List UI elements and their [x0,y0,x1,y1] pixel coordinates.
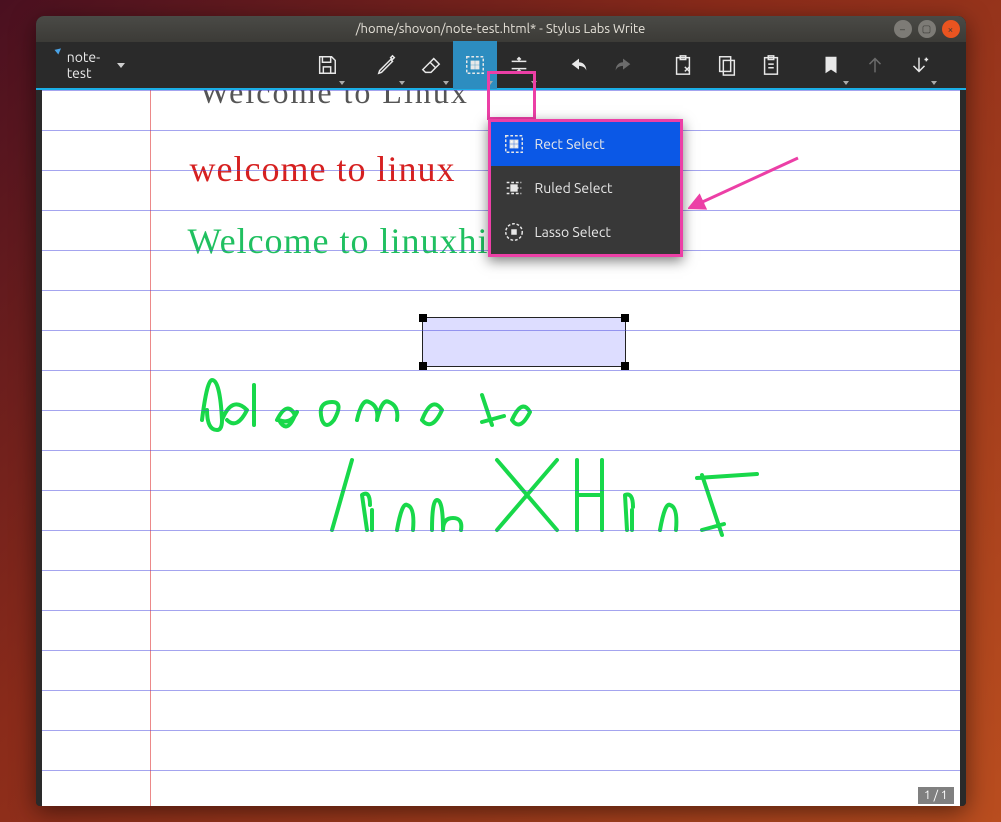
close-button[interactable]: × [942,20,960,38]
undo-icon [568,54,590,76]
tool-group [305,41,966,89]
rect-select-icon [464,54,486,76]
ruled-line [42,690,960,691]
maximize-button[interactable]: ▢ [918,20,936,38]
margin-line [150,90,151,806]
page-prev-button[interactable] [853,41,897,89]
cut-button[interactable] [661,41,705,89]
window-title: /home/shovon/note-test.html* - Stylus La… [356,22,646,36]
document-name: note-test [67,49,107,81]
copy-button[interactable] [705,41,749,89]
rect-select-icon [503,133,525,155]
annotation-arrow [688,146,808,226]
selection-handle-bl[interactable] [419,362,427,370]
clipboard-cut-icon [672,54,694,76]
bookmark-button[interactable] [809,41,853,89]
titlebar: /home/shovon/note-test.html* - Stylus La… [36,16,966,42]
arrow-up-icon [864,54,886,76]
ruled-line [42,410,960,411]
page-next-button[interactable] [897,41,941,89]
ruled-line [42,530,960,531]
selection-handle-tr[interactable] [621,314,629,322]
ruled-line [42,290,960,291]
minimize-button[interactable]: – [894,20,912,38]
page-indicator: 1 / 1 [918,787,953,804]
clipboard-paste-icon [760,54,782,76]
dropdown-label: Rect Select [535,136,605,152]
selection-handle-tl[interactable] [419,314,427,322]
selection-handle-br[interactable] [621,362,629,370]
selection-rectangle[interactable] [422,317,626,367]
select-tool-button[interactable] [453,41,497,89]
save-icon [316,54,338,76]
handwriting-line-2: welcome to linux [190,148,456,190]
dropdown-item-lasso-select[interactable]: Lasso Select [491,210,680,254]
ruled-line [42,650,960,651]
pen-button[interactable] [365,41,409,89]
eraser-button[interactable] [409,41,453,89]
redo-button[interactable] [601,41,645,89]
undo-button[interactable] [557,41,601,89]
app-window: /home/shovon/note-test.html* - Stylus La… [36,16,966,806]
bookmark-icon [820,54,842,76]
lasso-select-icon [503,221,525,243]
dropdown-label: Lasso Select [535,224,611,240]
document-name-button[interactable]: note-test [42,49,125,81]
redo-icon [612,54,634,76]
insert-space-icon [508,54,530,76]
insert-space-button[interactable] [497,41,541,89]
pen-icon [376,54,398,76]
clipboard-copy-icon [716,54,738,76]
ruled-line [42,770,960,771]
ruled-line [42,370,960,371]
ruled-line [42,730,960,731]
handwriting-big [182,360,822,580]
dropdown-label: Ruled Select [535,180,613,196]
toolbar: note-test [36,42,966,90]
ruled-line [42,450,960,451]
save-button[interactable] [305,41,349,89]
select-tool-dropdown: Rect Select Ruled Select Lasso Select [488,119,683,257]
dropdown-item-rect-select[interactable]: Rect Select [491,122,680,166]
ruled-line [42,610,960,611]
ruled-line [42,90,960,91]
handwriting-line-1: Welcome to Linux [200,90,469,111]
chevron-down-icon [117,63,125,68]
dropdown-item-ruled-select[interactable]: Ruled Select [491,166,680,210]
overflow-menu-button[interactable] [957,41,966,89]
eraser-icon [420,54,442,76]
ruled-select-icon [503,177,525,199]
handwriting-line-3: Welcome to linuxhint [188,220,519,262]
pencil-icon [40,52,66,79]
ruled-line [42,330,960,331]
window-controls: – ▢ × [894,20,960,38]
arrow-down-plus-icon [908,54,930,76]
paste-button[interactable] [749,41,793,89]
ruled-line [42,490,960,491]
ruled-line [42,570,960,571]
